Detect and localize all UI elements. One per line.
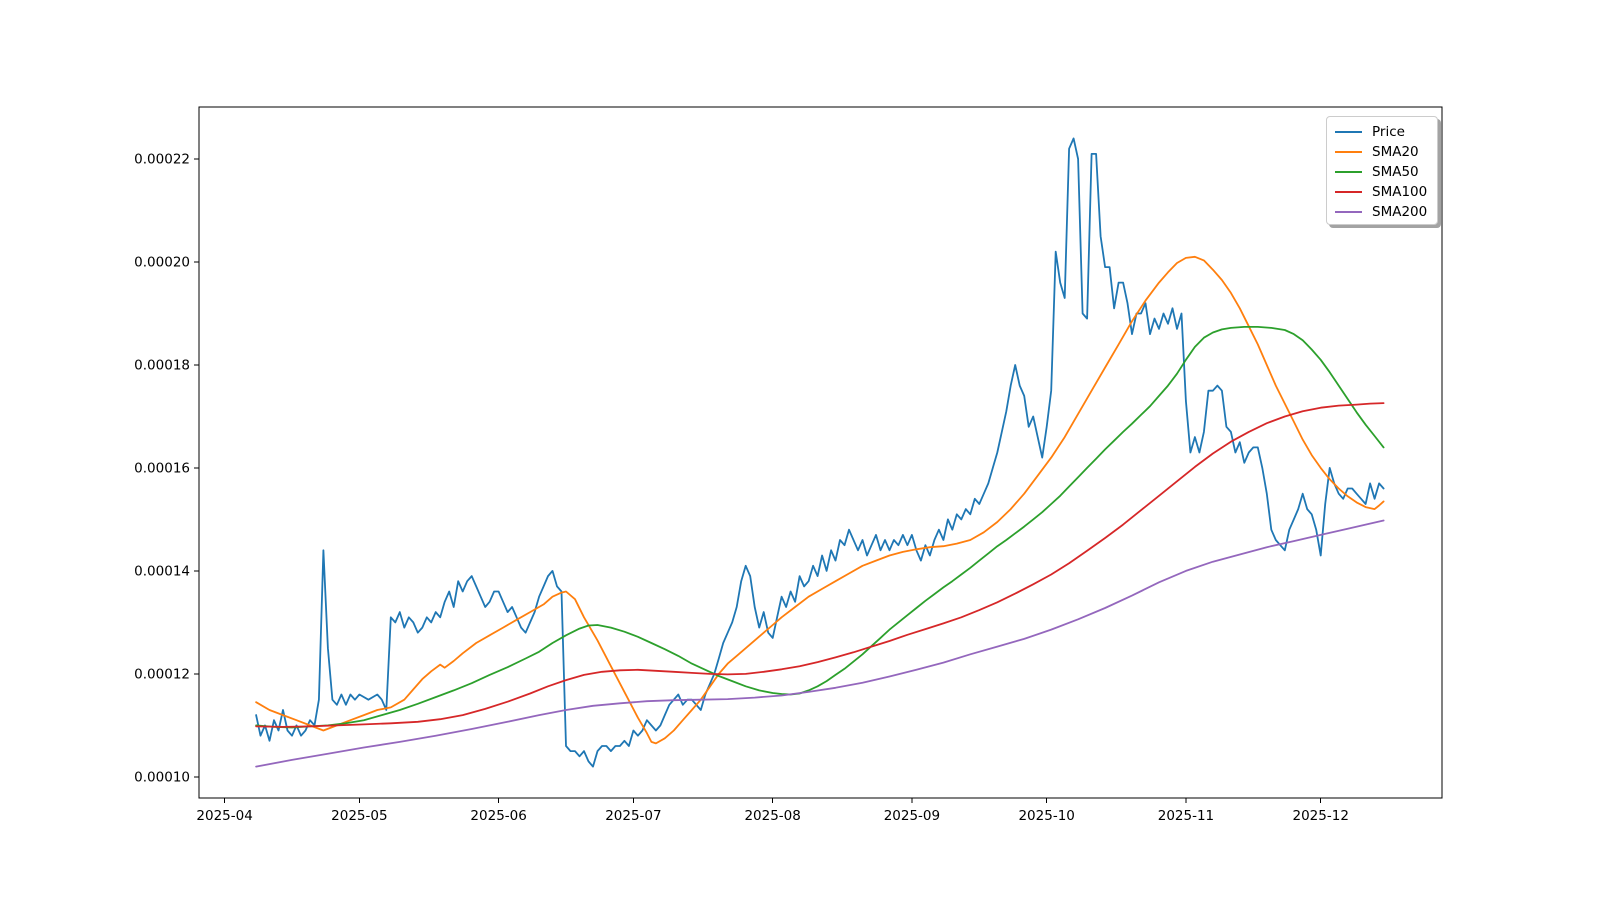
chart-figure: 2025-04 2025-05 2025-06 2025-07 2025-08 2025-… xyxy=(0,0,1600,900)
x-tick-label: 2025-06 xyxy=(470,808,526,824)
sma20-line-swatch xyxy=(1335,151,1362,153)
legend-item-price: Price xyxy=(1335,122,1437,142)
sma100-line-swatch xyxy=(1335,191,1362,193)
legend-label-sma200: SMA200 xyxy=(1372,204,1428,220)
x-tick-label: 2025-12 xyxy=(1293,808,1349,824)
x-tick-label: 2025-08 xyxy=(744,808,800,824)
x-tick-label: 2025-09 xyxy=(884,808,940,824)
legend: Price SMA20 SMA50 SMA100 SMA200 xyxy=(1326,116,1438,225)
y-tick-label: 0.00020 xyxy=(134,254,190,270)
plot-area xyxy=(198,106,1443,799)
legend-item-sma200: SMA200 xyxy=(1335,202,1437,222)
sma50-line-swatch xyxy=(1335,171,1362,173)
legend-item-sma20: SMA20 xyxy=(1335,142,1437,162)
legend-label-price: Price xyxy=(1372,124,1405,140)
x-tick-label: 2025-10 xyxy=(1018,808,1074,824)
legend-item-sma50: SMA50 xyxy=(1335,162,1437,182)
legend-item-sma100: SMA100 xyxy=(1335,182,1437,202)
legend-label-sma20: SMA20 xyxy=(1372,144,1419,160)
y-tick-label: 0.00014 xyxy=(134,563,190,579)
legend-label-sma100: SMA100 xyxy=(1372,184,1428,200)
legend-label-sma50: SMA50 xyxy=(1372,164,1419,180)
y-tick-label: 0.00022 xyxy=(134,152,190,168)
price-line-swatch xyxy=(1335,131,1362,133)
x-tick-label: 2025-05 xyxy=(331,808,387,824)
y-tick-label: 0.00016 xyxy=(134,460,190,476)
x-tick-label: 2025-11 xyxy=(1158,808,1214,824)
y-tick-label: 0.00012 xyxy=(134,666,190,682)
x-tick-label: 2025-07 xyxy=(605,808,661,824)
y-tick-label: 0.00010 xyxy=(134,769,190,785)
x-tick-label: 2025-04 xyxy=(196,808,252,824)
sma200-line-swatch xyxy=(1335,211,1362,213)
y-tick-label: 0.00018 xyxy=(134,357,190,373)
